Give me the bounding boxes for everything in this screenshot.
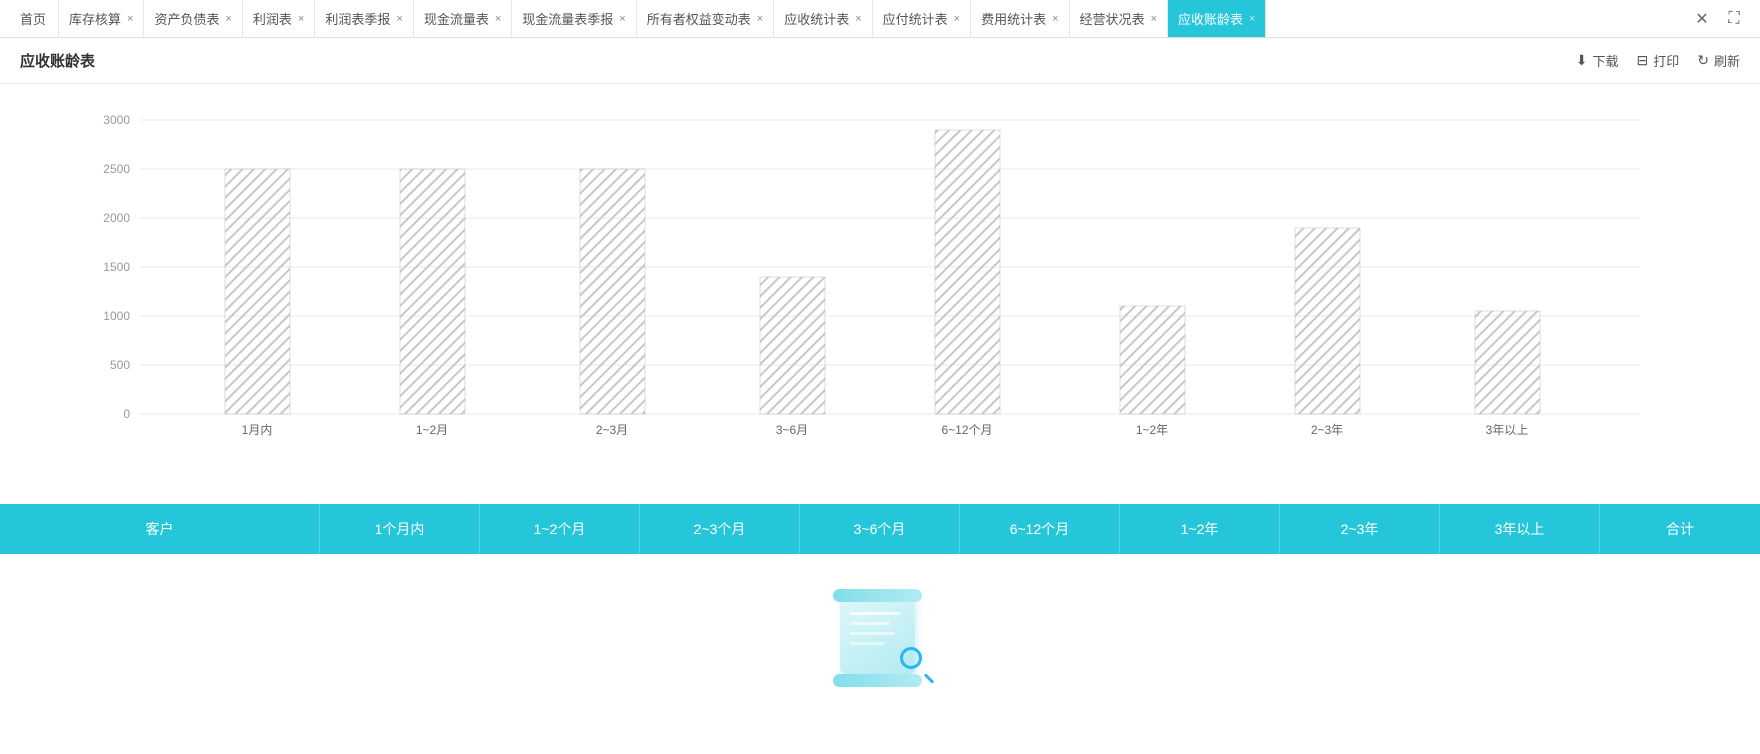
svg-text:3000: 3000 xyxy=(103,113,130,127)
svg-text:2000: 2000 xyxy=(103,211,130,225)
svg-text:2~3年: 2~3年 xyxy=(1311,423,1343,437)
table-header-cell-2: 1~2个月 xyxy=(480,504,640,554)
table-header-cell-6: 1~2年 xyxy=(1120,504,1280,554)
bar-2-3月 xyxy=(580,169,645,414)
tab-cashflow[interactable]: 现金流量表× xyxy=(414,0,512,38)
svg-text:3~6月: 3~6月 xyxy=(776,423,808,437)
empty-icon xyxy=(825,584,935,694)
page-title: 应收账龄表 xyxy=(20,50,95,71)
table-header-cell-4: 3~6个月 xyxy=(800,504,960,554)
table-header: 客户1个月内1~2个月2~3个月3~6个月6~12个月1~2年2~3年3年以上合… xyxy=(0,504,1760,554)
svg-text:6~12个月: 6~12个月 xyxy=(941,423,992,437)
svg-text:0: 0 xyxy=(123,407,130,421)
svg-text:1月内: 1月内 xyxy=(242,423,273,437)
tab-cashflow-quarter[interactable]: 现金流量表季报× xyxy=(512,0,636,38)
refresh-button[interactable]: ↻ 刷新 xyxy=(1697,51,1740,70)
tab-close-cashflow[interactable]: × xyxy=(495,13,501,25)
tab-profit-quarter[interactable]: 利润表季报× xyxy=(315,0,413,38)
bar-1-2月 xyxy=(400,169,465,414)
tab-equity[interactable]: 所有者权益变动表× xyxy=(637,0,774,38)
tab-inventory[interactable]: 库存核算× xyxy=(59,0,144,38)
tab-close-inventory[interactable]: × xyxy=(127,13,133,25)
tab-expense-stat[interactable]: 费用统计表× xyxy=(971,0,1069,38)
table-header-cell-3: 2~3个月 xyxy=(640,504,800,554)
tab-close-operations[interactable]: × xyxy=(1151,13,1157,25)
bar-3-6月 xyxy=(760,277,825,414)
bar-1月内 xyxy=(225,169,290,414)
table-header-cell-0: 客户 xyxy=(0,504,320,554)
tab-close-profit-quarter[interactable]: × xyxy=(396,13,402,25)
tab-ar-aging[interactable]: 应收账龄表× xyxy=(1168,0,1266,38)
tab-close-ar-stat[interactable]: × xyxy=(855,13,861,25)
tab-close-profit[interactable]: × xyxy=(298,13,304,25)
tab-close-balance[interactable]: × xyxy=(225,13,231,25)
tab-ap-stat[interactable]: 应付统计表× xyxy=(873,0,971,38)
bar-2-3年 xyxy=(1295,228,1360,414)
window-maximize-button[interactable]: ⛶ xyxy=(1720,5,1748,33)
tab-close-ar-aging[interactable]: × xyxy=(1249,13,1255,25)
table-header-cell-7: 2~3年 xyxy=(1280,504,1440,554)
tab-home[interactable]: 首页 xyxy=(8,0,59,38)
empty-area xyxy=(0,554,1760,754)
bar-chart: 0 500 1000 1500 2000 2500 3000 1月内 1~2月 xyxy=(30,104,1730,464)
table-header-cell-8: 3年以上 xyxy=(1440,504,1600,554)
svg-text:2500: 2500 xyxy=(103,162,130,176)
tab-bar: 首页 库存核算×资产负债表×利润表×利润表季报×现金流量表×现金流量表季报×所有… xyxy=(0,0,1760,38)
tab-balance[interactable]: 资产负债表× xyxy=(144,0,242,38)
bar-3年以上 xyxy=(1475,311,1540,414)
tab-close-equity[interactable]: × xyxy=(757,13,763,25)
refresh-icon: ↻ xyxy=(1697,52,1709,69)
print-button[interactable]: ⊟ 打印 xyxy=(1637,51,1680,70)
tab-operations[interactable]: 经营状况表× xyxy=(1070,0,1168,38)
download-button[interactable]: ⬇ 下载 xyxy=(1576,51,1619,70)
svg-text:500: 500 xyxy=(110,358,130,372)
chart-area: 0 500 1000 1500 2000 2500 3000 1月内 1~2月 xyxy=(0,84,1760,504)
svg-text:1000: 1000 xyxy=(103,309,130,323)
bar-1-2年 xyxy=(1120,306,1185,414)
bar-6-12月 xyxy=(935,130,1000,414)
svg-text:1~2月: 1~2月 xyxy=(416,423,448,437)
table-header-cell-1: 1个月内 xyxy=(320,504,480,554)
svg-text:1500: 1500 xyxy=(103,260,130,274)
download-icon: ⬇ xyxy=(1576,52,1588,69)
tab-close-expense-stat[interactable]: × xyxy=(1052,13,1058,25)
svg-text:2~3月: 2~3月 xyxy=(596,423,628,437)
header-actions: ⬇ 下载 ⊟ 打印 ↻ 刷新 xyxy=(1576,51,1740,70)
main-content: 0 500 1000 1500 2000 2500 3000 1月内 1~2月 xyxy=(0,84,1760,754)
svg-text:1~2年: 1~2年 xyxy=(1136,423,1168,437)
table-header-cell-9: 合计 xyxy=(1600,504,1760,554)
page-header: 应收账龄表 ⬇ 下载 ⊟ 打印 ↻ 刷新 xyxy=(0,38,1760,84)
table-header-cell-5: 6~12个月 xyxy=(960,504,1120,554)
tab-close-cashflow-quarter[interactable]: × xyxy=(619,13,625,25)
print-icon: ⊟ xyxy=(1637,52,1649,69)
svg-text:3年以上: 3年以上 xyxy=(1486,423,1529,437)
tab-profit[interactable]: 利润表× xyxy=(243,0,315,38)
tab-close-ap-stat[interactable]: × xyxy=(954,13,960,25)
window-close-button[interactable]: ✕ xyxy=(1688,5,1716,33)
tab-ar-stat[interactable]: 应收统计表× xyxy=(774,0,872,38)
tab-actions: ✕ ⛶ xyxy=(1688,5,1752,33)
